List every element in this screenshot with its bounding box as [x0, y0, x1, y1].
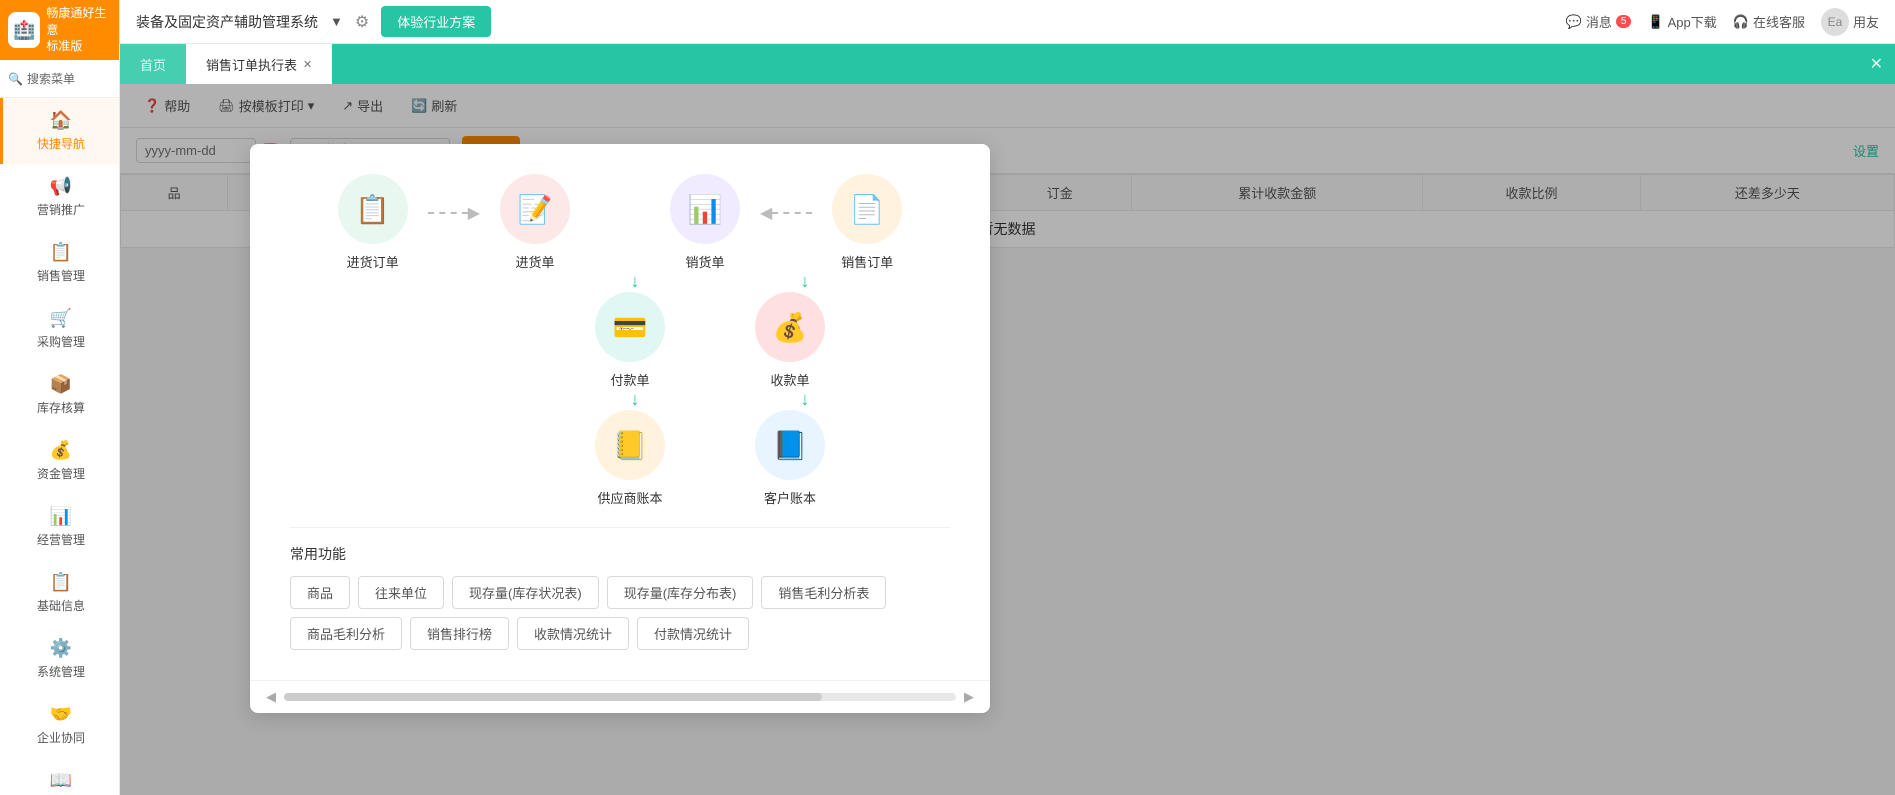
receipt-icon: 💰 — [755, 292, 825, 362]
main-content: 装备及固定资产辅助管理系统 ▼ ⚙ 体验行业方案 💬 消息 5 📱 App下载 … — [120, 0, 1895, 795]
topbar-right: 💬 消息 5 📱 App下载 🎧 在线客服 Ea 用友 — [1566, 8, 1879, 36]
sidebar-item-quick-nav[interactable]: 🏠 快捷导航 — [0, 98, 119, 164]
btn-receipt-stats[interactable]: 收款情况统计 — [517, 617, 629, 650]
sidebar-logo: 🏥 畅康通好生意 标准版 — [0, 0, 119, 60]
online-service-button[interactable]: 🎧 在线客服 — [1733, 12, 1805, 31]
customer-ledger-icon: 📘 — [755, 410, 825, 480]
flow-node-customer-ledger: 📘 客户账本 — [755, 410, 825, 507]
beginner-icon: 📖 — [50, 770, 72, 791]
sidebar: 🏥 畅康通好生意 标准版 🔍 搜索菜单 🏠 快捷导航 📢 营销推广 📋 销售管理 — [0, 0, 120, 795]
sidebar-item-inventory[interactable]: 📦 库存核算 — [0, 362, 119, 428]
flow-node-purchase-bill: 📝 进货单 — [500, 174, 570, 271]
sidebar-item-operations[interactable]: 📊 经营管理 — [0, 494, 119, 560]
message-button[interactable]: 💬 消息 5 — [1566, 12, 1632, 31]
common-buttons-group: 商品 往来单位 现存量(库存状况表) 现存量(库存分布表) 销售毛利分析表 商品… — [290, 576, 950, 650]
collab-icon: 🤝 — [50, 704, 72, 725]
btn-product-profit[interactable]: 商品毛利分析 — [290, 617, 402, 650]
purchase-bill-icon: 📝 — [500, 174, 570, 244]
customer-ledger-label: 客户账本 — [764, 488, 816, 507]
service-icon: 🎧 — [1733, 14, 1749, 30]
btn-sales-profit[interactable]: 销售毛利分析表 — [761, 576, 886, 609]
sales-bill-label: 销货单 — [685, 252, 724, 271]
purchase-icon: 🛒 — [50, 308, 72, 329]
sidebar-nav: 🏠 快捷导航 📢 营销推广 📋 销售管理 🛒 采购管理 📦 库存核算 💰 — [0, 98, 119, 795]
btn-payment-stats[interactable]: 付款情况统计 — [637, 617, 749, 650]
flow-node-sales-order: 📄 销售订单 — [832, 174, 902, 271]
close-all-tabs-button[interactable]: ✕ — [1870, 54, 1883, 74]
marketing-icon: 📢 — [50, 176, 72, 197]
scroll-thumb[interactable] — [284, 693, 822, 701]
message-badge: 5 — [1616, 15, 1632, 28]
sales-bill-icon: 📊 — [670, 174, 740, 244]
modal-scrollbar: ◀ ▶ — [250, 680, 990, 713]
trial-button[interactable]: 体验行业方案 — [381, 6, 491, 37]
btn-stock-dist[interactable]: 现存量(库存分布表) — [607, 576, 754, 609]
modal-body: 📋 进货订单 ▶ 📝 进货单 — [250, 144, 990, 680]
tab-sales-order-exec[interactable]: 销售订单执行表 ✕ — [186, 44, 332, 84]
logo-icon: 🏥 — [8, 12, 40, 48]
avatar: Ea — [1821, 8, 1849, 36]
scroll-track[interactable] — [284, 693, 956, 701]
topbar: 装备及固定资产辅助管理系统 ▼ ⚙ 体验行业方案 💬 消息 5 📱 App下载 … — [120, 0, 1895, 44]
flow-node-payment: 💳 付款单 — [595, 292, 665, 389]
btn-product[interactable]: 商品 — [290, 576, 350, 609]
chevron-down-icon: ▼ — [330, 14, 343, 29]
sidebar-item-sales[interactable]: 📋 销售管理 — [0, 230, 119, 296]
payment-label: 付款单 — [610, 370, 649, 389]
home-icon: 🏠 — [50, 110, 72, 131]
user-menu[interactable]: Ea 用友 — [1821, 8, 1879, 36]
sales-icon: 📋 — [50, 242, 72, 263]
flow-node-purchase-order: 📋 进货订单 — [338, 174, 408, 271]
sidebar-item-marketing[interactable]: 📢 营销推广 — [0, 164, 119, 230]
download-icon: 📱 — [1647, 14, 1663, 30]
flow-node-supplier-ledger: 📒 供应商账本 — [595, 410, 665, 507]
purchase-order-label: 进货订单 — [347, 252, 399, 271]
flow-node-sales-bill: 📊 销货单 — [670, 174, 740, 271]
search-menu[interactable]: 🔍 搜索菜单 — [0, 60, 119, 98]
sales-order-icon: 📄 — [832, 174, 902, 244]
sidebar-item-basic-info[interactable]: 📋 基础信息 — [0, 560, 119, 626]
sidebar-item-purchase[interactable]: 🛒 采购管理 — [0, 296, 119, 362]
topbar-title: 装备及固定资产辅助管理系统 — [136, 12, 318, 32]
logo-text: 畅康通好生意 标准版 — [46, 5, 111, 55]
finance-icon: 💰 — [50, 440, 72, 461]
btn-sales-rank[interactable]: 销售排行榜 — [410, 617, 509, 650]
app-download-button[interactable]: 📱 App下载 — [1647, 12, 1716, 31]
basic-info-icon: 📋 — [50, 572, 72, 593]
inventory-icon: 📦 — [50, 374, 72, 395]
purchase-bill-label: 进货单 — [515, 252, 554, 271]
supplier-ledger-icon: 📒 — [595, 410, 665, 480]
supplier-ledger-label: 供应商账本 — [597, 488, 662, 507]
tab-home[interactable]: 首页 — [120, 44, 186, 84]
btn-stock-status[interactable]: 现存量(库存状况表) — [452, 576, 599, 609]
payment-icon: 💳 — [595, 292, 665, 362]
operations-icon: 📊 — [50, 506, 72, 527]
sales-order-label: 销售订单 — [841, 252, 893, 271]
page-body: ❓ 帮助 🖨 按模板打印 ▾ ↗ 导出 🔄 刷新 — [120, 84, 1895, 795]
btn-partner[interactable]: 往来单位 — [358, 576, 444, 609]
tabbar: 首页 销售订单执行表 ✕ ✕ — [120, 44, 1895, 84]
scroll-right-arrow[interactable]: ▶ — [964, 689, 974, 705]
common-functions-section: 常用功能 商品 往来单位 现存量(库存状况表) 现存量(库存分布表) 销售毛利分… — [290, 527, 950, 650]
tab-close-button[interactable]: ✕ — [303, 58, 312, 71]
sidebar-item-collab[interactable]: 🤝 企业协同 — [0, 692, 119, 758]
sidebar-item-finance[interactable]: 💰 资金管理 — [0, 428, 119, 494]
sidebar-item-beginner[interactable]: 📖 新手引导 — [0, 758, 119, 795]
purchase-order-icon: 📋 — [338, 174, 408, 244]
flow-node-receipt: 💰 收款单 — [755, 292, 825, 389]
settings-icon[interactable]: ⚙ — [355, 12, 369, 32]
topbar-dropdown[interactable]: ▼ — [330, 14, 343, 29]
receipt-label: 收款单 — [770, 370, 809, 389]
message-icon: 💬 — [1566, 14, 1582, 30]
sidebar-item-system[interactable]: ⚙️ 系统管理 — [0, 626, 119, 692]
search-icon: 🔍 — [8, 72, 23, 86]
common-functions-title: 常用功能 — [290, 544, 950, 564]
quick-guide-modal: 📋 进货订单 ▶ 📝 进货单 — [250, 144, 990, 713]
system-icon: ⚙️ — [50, 638, 72, 659]
scroll-left-arrow[interactable]: ◀ — [266, 689, 276, 705]
